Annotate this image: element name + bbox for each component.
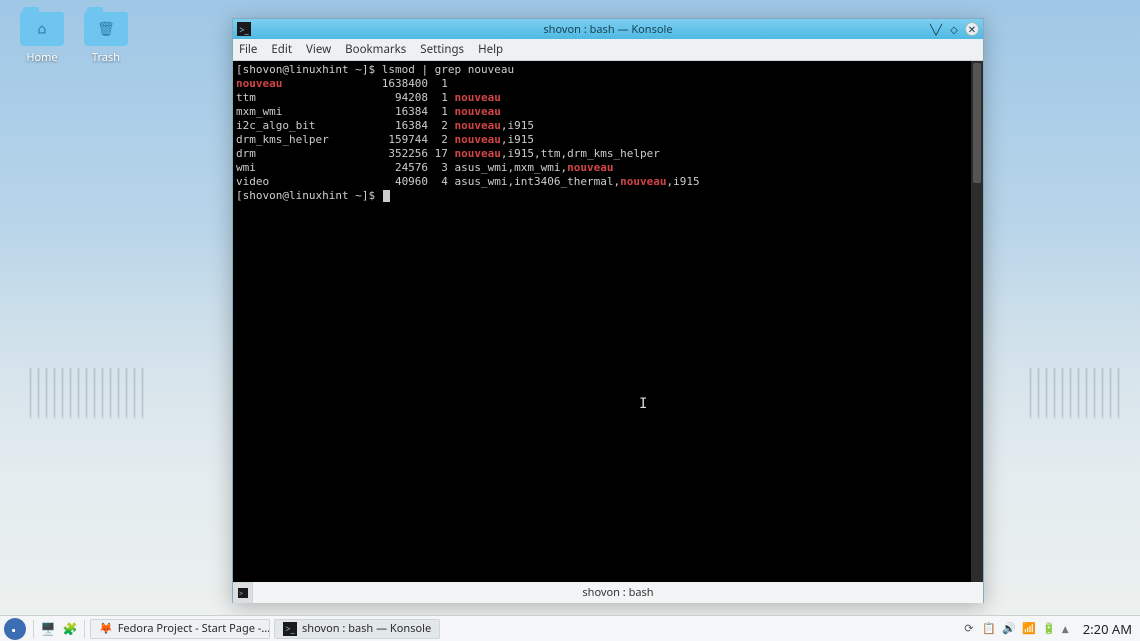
taskbar-clock[interactable]: 2:20 AM: [1083, 620, 1132, 638]
desktop-icon-label: Trash: [78, 50, 134, 65]
terminal-line: mxm_wmi 16384 1 nouveau: [236, 105, 980, 119]
minimize-button[interactable]: ╲╱: [929, 22, 943, 36]
tray-battery-icon[interactable]: 🔋: [1042, 621, 1056, 636]
terminal-line: i2c_algo_bit 16384 2 nouveau,i915: [236, 119, 980, 133]
desktop-icon-trash[interactable]: 🗑 Trash: [78, 12, 134, 65]
menu-bar: File Edit View Bookmarks Settings Help: [233, 39, 983, 61]
taskbar-button-konsole[interactable]: >_ shovon : bash — Konsole: [274, 619, 440, 639]
window-title: shovon : bash — Konsole: [543, 22, 672, 37]
konsole-window: >_ shovon : bash — Konsole ╲╱ ◇ ✕ File E…: [232, 18, 984, 603]
fedora-logo-icon: [8, 622, 22, 636]
terminal-line: ttm 94208 1 nouveau: [236, 91, 980, 105]
terminal-area[interactable]: [shovon@linuxhint ~]$ lsmod | grep nouve…: [233, 61, 983, 582]
tray-network-icon[interactable]: 📶: [1022, 621, 1036, 636]
tab-bar: > shovon : bash: [233, 582, 983, 602]
tray-updates-icon[interactable]: ⟳: [962, 621, 976, 636]
tray-expand-icon[interactable]: ▲: [1062, 622, 1069, 635]
folder-icon: ⌂: [20, 12, 64, 46]
menu-settings[interactable]: Settings: [420, 42, 464, 57]
taskbar: 🖥️ 🧩 🦊 Fedora Project - Start Page -... …: [0, 615, 1140, 641]
start-button[interactable]: [4, 618, 26, 640]
menu-file[interactable]: File: [239, 42, 257, 57]
konsole-icon: >_: [283, 622, 297, 636]
tab-active[interactable]: shovon : bash: [253, 582, 983, 603]
terminal-line: video 40960 4 asus_wmi,int3406_thermal,n…: [236, 175, 980, 189]
konsole-icon: >_: [237, 22, 251, 36]
terminal-scrollbar[interactable]: [971, 61, 983, 582]
terminal-line: [shovon@linuxhint ~]$ lsmod | grep nouve…: [236, 63, 980, 77]
new-tab-button[interactable]: >: [233, 583, 253, 603]
taskbar-button-label: shovon : bash — Konsole: [302, 621, 431, 636]
window-titlebar[interactable]: >_ shovon : bash — Konsole ╲╱ ◇ ✕: [233, 19, 983, 39]
taskbar-button-label: Fedora Project - Start Page -...: [118, 621, 270, 636]
close-button[interactable]: ✕: [965, 22, 979, 36]
menu-view[interactable]: View: [306, 42, 331, 57]
terminal-line: drm_kms_helper 159744 2 nouveau,i915: [236, 133, 980, 147]
desktop-icon-label: Home: [14, 50, 70, 65]
terminal-line: drm 352256 17 nouveau,i915,ttm,drm_kms_h…: [236, 147, 980, 161]
text-cursor-icon: I: [639, 397, 647, 411]
maximize-button[interactable]: ◇: [947, 22, 961, 36]
terminal-tab-icon: >: [238, 588, 248, 598]
tray-volume-icon[interactable]: 🔊: [1002, 621, 1016, 636]
taskbar-button-firefox[interactable]: 🦊 Fedora Project - Start Page -...: [90, 619, 270, 639]
taskbar-separator: [33, 620, 34, 638]
menu-bookmarks[interactable]: Bookmarks: [345, 42, 406, 57]
svg-text:>: >: [239, 590, 243, 598]
taskbar-separator: [84, 620, 85, 638]
terminal-prompt: [shovon@linuxhint ~]$: [236, 189, 980, 203]
folder-icon: 🗑: [84, 12, 128, 46]
terminal-line: wmi 24576 3 asus_wmi,mxm_wmi,nouveau: [236, 161, 980, 175]
quick-launch-1[interactable]: 🖥️: [38, 620, 58, 638]
menu-edit[interactable]: Edit: [271, 42, 292, 57]
firefox-icon: 🦊: [99, 622, 113, 636]
menu-help[interactable]: Help: [478, 42, 503, 57]
quick-launch-2[interactable]: 🧩: [60, 620, 80, 638]
terminal-line: nouveau 1638400 1: [236, 77, 980, 91]
tray-clipboard-icon[interactable]: 📋: [982, 621, 996, 636]
system-tray: ⟳ 📋 🔊 📶 🔋 ▲ 2:20 AM: [962, 620, 1140, 638]
desktop-icon-home[interactable]: ⌂ Home: [14, 12, 70, 65]
